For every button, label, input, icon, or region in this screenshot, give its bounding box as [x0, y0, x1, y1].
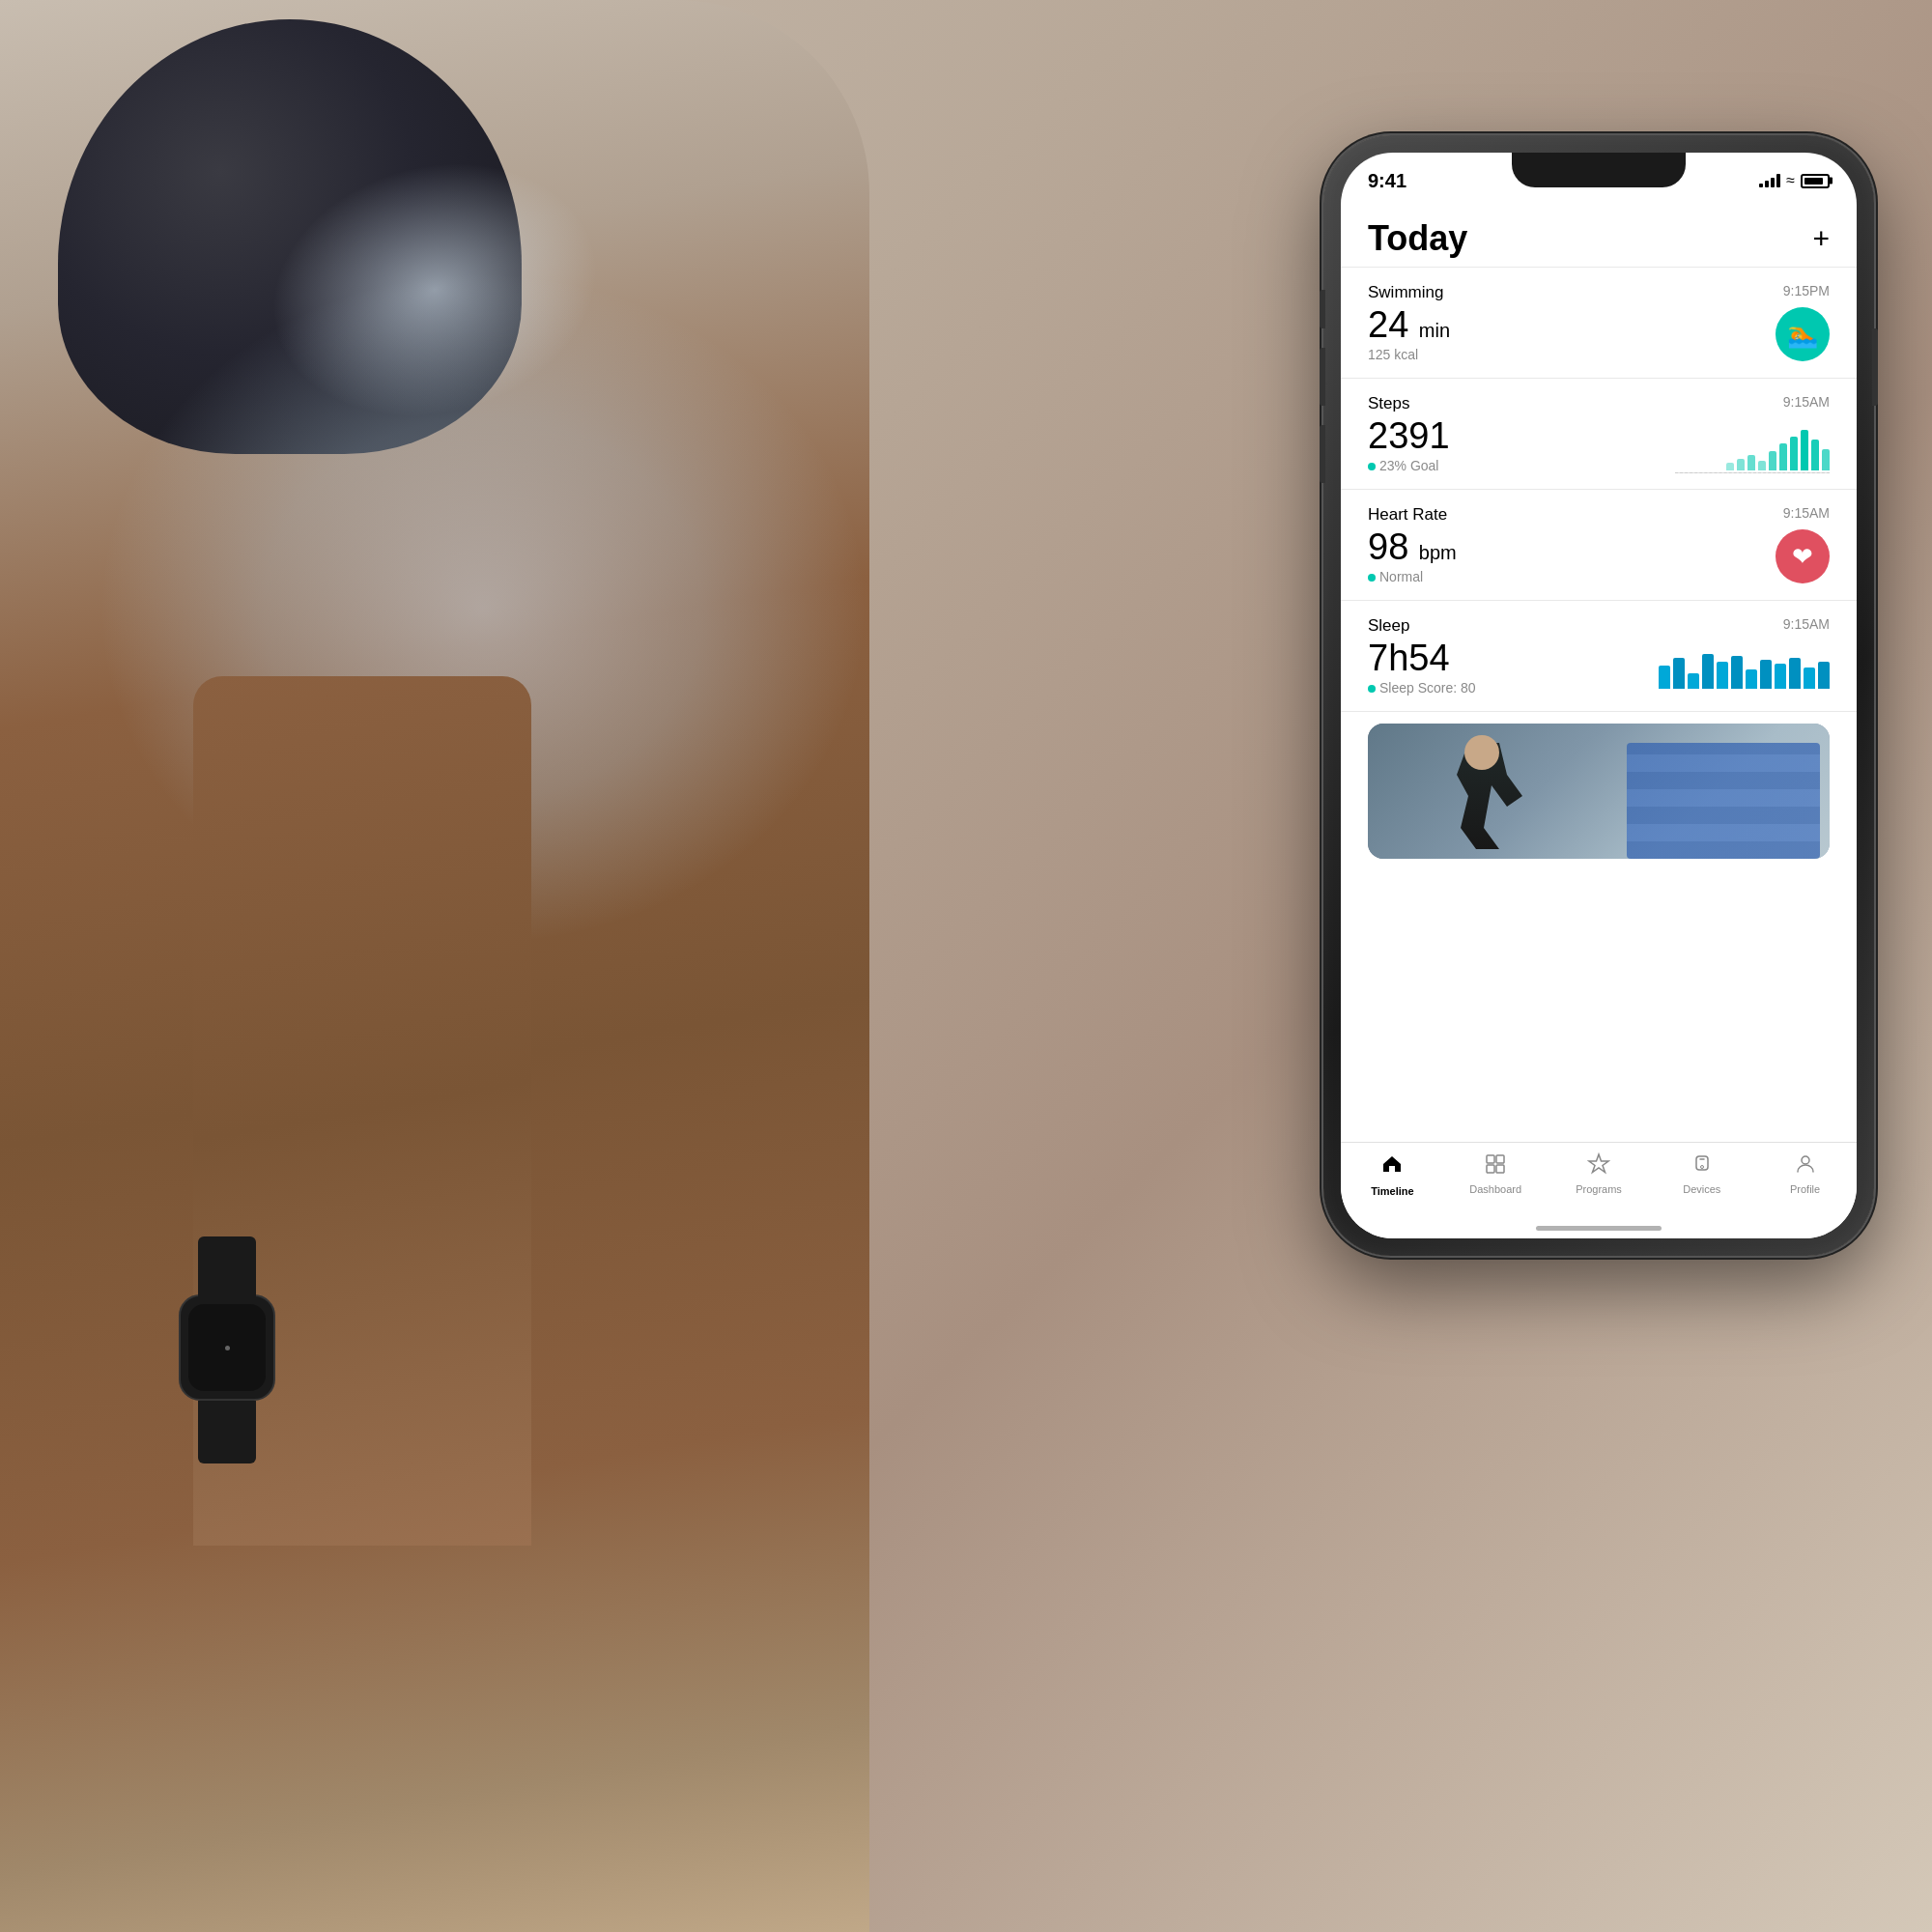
- nav-timeline[interactable]: Timeline: [1353, 1152, 1431, 1197]
- heart-rate-title: Heart Rate: [1368, 505, 1447, 525]
- steps-title: Steps: [1368, 394, 1409, 413]
- phone-screen: 9:41 ≈ Today: [1341, 153, 1857, 1238]
- page-title: Today: [1368, 218, 1467, 259]
- swimming-card[interactable]: Swimming 9:15PM 24 min 125 kcal 🏊: [1341, 268, 1857, 379]
- svg-rect-4: [1696, 1156, 1708, 1170]
- volume-up-button: [1320, 348, 1325, 406]
- steps-sub: 23% Goal: [1368, 458, 1450, 473]
- swimming-value: 24 min: [1368, 306, 1450, 343]
- promo-card[interactable]: [1368, 724, 1830, 859]
- profile-label: Profile: [1790, 1183, 1820, 1195]
- status-icons: ≈: [1759, 172, 1830, 189]
- profile-icon: [1794, 1152, 1817, 1179]
- promo-figure: [1426, 733, 1542, 849]
- status-time: 9:41: [1368, 170, 1406, 192]
- heart-rate-time: 9:15AM: [1783, 505, 1830, 521]
- swim-icon: 🏊: [1787, 320, 1818, 350]
- nav-programs[interactable]: Programs: [1560, 1152, 1637, 1195]
- signal-icon: [1759, 174, 1780, 187]
- timeline-label: Timeline: [1371, 1185, 1413, 1197]
- app-content: Today + Swimming 9:15PM 24 min 125 kcal: [1341, 203, 1857, 1142]
- home-indicator: [1536, 1226, 1662, 1231]
- svg-rect-2: [1487, 1165, 1494, 1173]
- devices-label: Devices: [1683, 1183, 1720, 1195]
- mute-button: [1320, 290, 1325, 328]
- bottom-nav: Timeline Dashboard: [1341, 1142, 1857, 1238]
- phone-frame: 9:41 ≈ Today: [1323, 135, 1874, 1256]
- swimming-time: 9:15PM: [1783, 283, 1830, 298]
- sleep-title: Sleep: [1368, 616, 1409, 636]
- battery-icon: [1801, 174, 1830, 188]
- heart-rate-card[interactable]: Heart Rate 9:15AM 98 bpm Normal ❤: [1341, 490, 1857, 601]
- nav-dashboard[interactable]: Dashboard: [1457, 1152, 1534, 1195]
- timeline-icon: [1380, 1152, 1404, 1181]
- nav-profile[interactable]: Profile: [1767, 1152, 1844, 1195]
- sleep-time: 9:15AM: [1783, 616, 1830, 632]
- sleep-sub: Sleep Score: 80: [1368, 680, 1476, 696]
- phone: 9:41 ≈ Today: [1323, 135, 1874, 1256]
- programs-icon: [1587, 1152, 1610, 1179]
- app-header: Today +: [1341, 203, 1857, 267]
- swimming-sub: 125 kcal: [1368, 347, 1450, 362]
- steps-chart: [1726, 422, 1830, 470]
- notch: [1512, 153, 1686, 187]
- heart-rate-value: 98 bpm: [1368, 528, 1457, 565]
- wifi-icon: ≈: [1786, 172, 1795, 189]
- svg-rect-0: [1487, 1155, 1494, 1163]
- programs-label: Programs: [1576, 1183, 1622, 1195]
- heart-icon: ❤: [1792, 542, 1813, 572]
- svg-point-5: [1700, 1166, 1703, 1169]
- sleep-card[interactable]: Sleep 9:15AM 7h54 Sleep Score: 80: [1341, 601, 1857, 712]
- swimmer-photo: [0, 0, 1063, 1932]
- swimming-title: Swimming: [1368, 283, 1443, 302]
- sleep-value: 7h54: [1368, 639, 1476, 676]
- promo-seats: [1627, 743, 1820, 859]
- add-button[interactable]: +: [1812, 222, 1830, 255]
- steps-time: 9:15AM: [1783, 394, 1830, 410]
- dashboard-icon: [1484, 1152, 1507, 1179]
- power-button: [1872, 328, 1878, 406]
- svg-rect-1: [1496, 1155, 1504, 1163]
- svg-rect-3: [1496, 1165, 1504, 1173]
- volume-down-button: [1320, 425, 1325, 483]
- svg-point-6: [1802, 1156, 1809, 1164]
- swimming-icon-circle: 🏊: [1776, 307, 1830, 361]
- steps-card[interactable]: Steps 9:15AM 2391 23% Goal: [1341, 379, 1857, 490]
- heart-rate-sub: Normal: [1368, 569, 1457, 584]
- nav-devices[interactable]: Devices: [1663, 1152, 1741, 1195]
- sleep-chart: [1659, 650, 1830, 689]
- dashboard-label: Dashboard: [1469, 1183, 1521, 1195]
- steps-value: 2391: [1368, 417, 1450, 454]
- devices-icon: [1690, 1152, 1714, 1179]
- heart-rate-icon-circle: ❤: [1776, 529, 1830, 583]
